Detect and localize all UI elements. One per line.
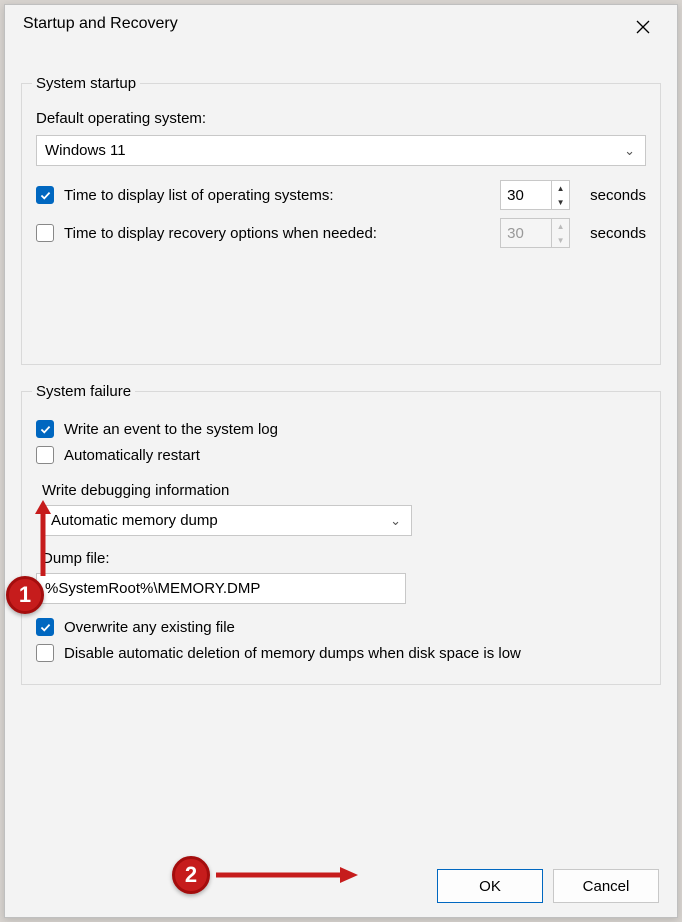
system-startup-group: System startup Default operating system:… [21,75,661,365]
dump-file-value: %SystemRoot%\MEMORY.DMP [45,580,260,597]
dialog-content: System startup Default operating system:… [5,53,677,855]
system-failure-legend: System failure [32,383,135,400]
system-failure-group: System failure Write an event to the sys… [21,383,661,685]
titlebar: Startup and Recovery [5,5,677,53]
dump-type-value: Automatic memory dump [51,512,218,529]
write-event-row: Write an event to the system log [36,420,646,438]
annotation-marker-1: 1 [6,576,44,614]
window-title: Startup and Recovery [23,15,178,33]
time-list-value: 30 [501,181,551,209]
spinner-down-icon: ▼ [552,233,569,247]
time-list-spinner[interactable]: 30 ▲ ▼ [500,180,570,210]
default-os-value: Windows 11 [45,142,126,159]
system-startup-legend: System startup [32,75,140,92]
time-recovery-checkbox[interactable] [36,224,54,242]
write-event-checkbox[interactable] [36,420,54,438]
time-list-row: Time to display list of operating system… [36,180,646,210]
checkmark-icon [39,189,52,202]
auto-restart-checkbox[interactable] [36,446,54,464]
annotation-arrow-2 [212,862,362,888]
write-event-label: Write an event to the system log [64,421,278,438]
time-list-label: Time to display list of operating system… [64,187,334,204]
ok-button[interactable]: OK [437,869,543,903]
default-os-select[interactable]: Windows 11 ⌄ [36,135,646,166]
annotation-arrow-1 [28,494,58,580]
time-recovery-label: Time to display recovery options when ne… [64,225,377,242]
default-os-label: Default operating system: [36,110,646,127]
time-recovery-row: Time to display recovery options when ne… [36,218,646,248]
seconds-label: seconds [590,187,646,204]
time-recovery-spinner: 30 ▲ ▼ [500,218,570,248]
overwrite-label: Overwrite any existing file [64,619,235,636]
dump-type-select[interactable]: Automatic memory dump ⌄ [42,505,412,536]
time-list-checkbox[interactable] [36,186,54,204]
time-recovery-value: 30 [501,219,551,247]
checkmark-icon [39,621,52,634]
annotation-marker-2: 2 [172,856,210,894]
disable-delete-label: Disable automatic deletion of memory dum… [64,645,521,662]
dialog-window: Startup and Recovery System startup Defa… [4,4,678,918]
seconds-label: seconds [590,225,646,242]
spinner-up-icon[interactable]: ▲ [552,181,569,195]
disable-delete-row: Disable automatic deletion of memory dum… [36,644,646,662]
overwrite-checkbox[interactable] [36,618,54,636]
close-button[interactable] [623,11,663,43]
spinner-up-icon: ▲ [552,219,569,233]
spinner-down-icon[interactable]: ▼ [552,195,569,209]
checkmark-icon [39,423,52,436]
dump-file-input[interactable]: %SystemRoot%\MEMORY.DMP [36,573,406,604]
chevron-down-icon: ⌄ [390,513,401,529]
auto-restart-label: Automatically restart [64,447,200,464]
cancel-button[interactable]: Cancel [553,869,659,903]
dump-file-label: Dump file: [42,550,646,567]
chevron-down-icon: ⌄ [624,143,635,159]
write-debug-label: Write debugging information [42,482,646,499]
overwrite-row: Overwrite any existing file [36,618,646,636]
auto-restart-row: Automatically restart [36,446,646,464]
close-icon [635,19,651,35]
disable-delete-checkbox[interactable] [36,644,54,662]
